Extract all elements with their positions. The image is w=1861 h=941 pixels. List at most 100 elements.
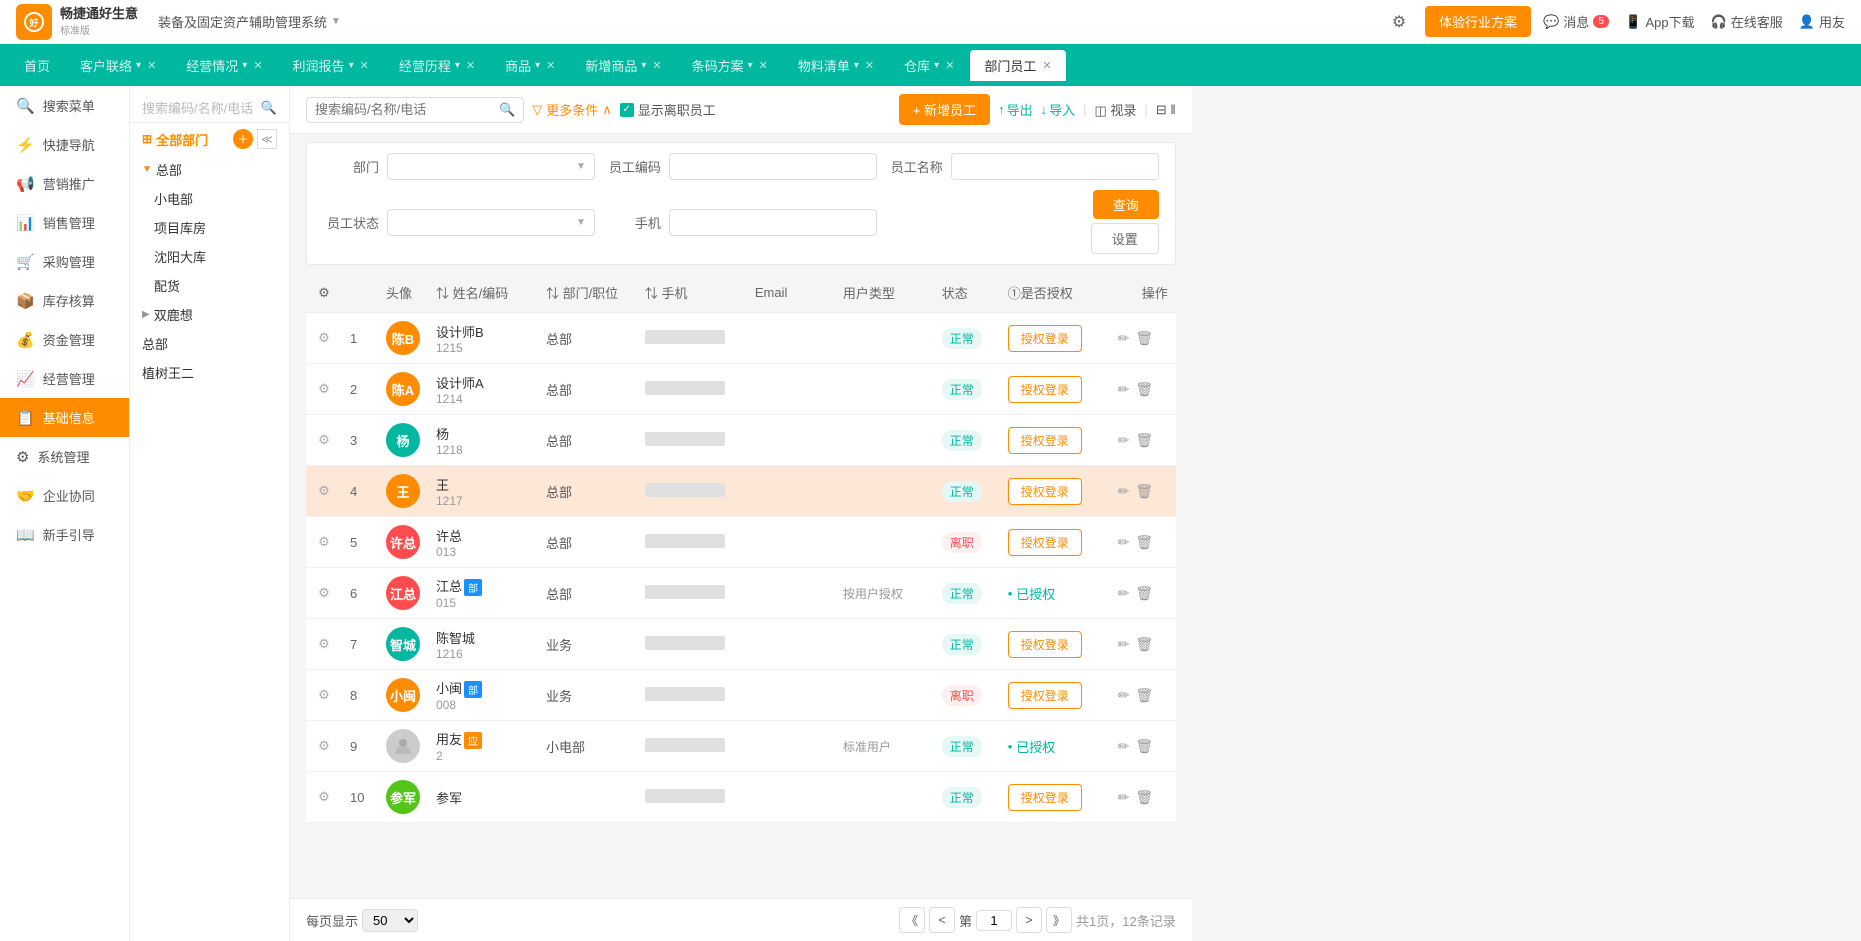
dept-collapse-icon[interactable]: ≪ (257, 129, 277, 149)
authorize-button[interactable]: 授权登录 (1008, 427, 1082, 454)
dept-node-xiaodian[interactable]: 小电部 (130, 184, 289, 213)
delete-button[interactable]: 🗑 (1135, 381, 1153, 398)
filter-emp-status-input[interactable]: ▼ (387, 209, 595, 236)
sidebar-item-inventory[interactable]: 📦 库存核算 (0, 281, 129, 320)
tab-goods[interactable]: 商品 ▾✕ (491, 50, 569, 81)
tab-bom[interactable]: 物料清单 ▾✕ (784, 50, 888, 81)
authorize-button[interactable]: 授权登录 (1008, 376, 1082, 403)
trial-button[interactable]: 体验行业方案 (1425, 6, 1531, 37)
dept-search-icon[interactable]: 🔍 (261, 100, 277, 116)
message-btn[interactable]: 💬 消息 5 (1543, 12, 1609, 31)
dept-node-zongbu[interactable]: ▼ 总部 (130, 155, 289, 184)
row-settings-icon[interactable]: ⚙ (318, 381, 330, 396)
more-filter-btn[interactable]: ▽ 更多条件 ∧ (532, 100, 612, 119)
edit-button[interactable]: ✏ (1118, 432, 1130, 449)
edit-button[interactable]: ✏ (1118, 687, 1130, 704)
user-menu-btn[interactable]: 👤 用友 (1799, 12, 1845, 31)
export-button[interactable]: ↑ 导出 (998, 100, 1033, 119)
authorize-button[interactable]: 授权登录 (1008, 682, 1082, 709)
row-settings-icon[interactable]: ⚙ (318, 534, 330, 549)
delete-button[interactable]: 🗑 (1135, 789, 1153, 806)
show-resigned-toggle[interactable]: ✓ 显示离职员工 (620, 100, 716, 119)
row-settings-icon[interactable]: ⚙ (318, 738, 330, 753)
row-settings-icon[interactable]: ⚙ (318, 585, 330, 600)
authorize-button[interactable]: 授权登录 (1008, 529, 1082, 556)
dept-node-peihuo[interactable]: 配货 (130, 271, 289, 300)
sidebar-item-operation[interactable]: 📈 经营管理 (0, 359, 129, 398)
import-button[interactable]: ↓ 导入 (1041, 100, 1076, 119)
dept-search-input[interactable] (142, 101, 257, 116)
dept-node-zongbu2[interactable]: 总部 (130, 329, 289, 358)
edit-button[interactable]: ✏ (1118, 789, 1130, 806)
filter-emp-code-input[interactable] (669, 153, 877, 180)
sidebar-item-marketing[interactable]: 📢 营销推广 (0, 164, 129, 203)
authorize-button[interactable]: 授权登录 (1008, 631, 1082, 658)
sidebar-item-search[interactable]: 🔍 搜索菜单 (0, 86, 129, 125)
emp-name-field[interactable] (960, 159, 1150, 174)
tab-profit[interactable]: 利润报告 ▾✕ (279, 50, 383, 81)
delete-button[interactable]: 🗑 (1135, 687, 1153, 704)
delete-button[interactable]: 🗑 (1135, 636, 1153, 653)
tab-home[interactable]: 首页 (10, 50, 64, 81)
tab-customer[interactable]: 客户联络 ▾✕ (66, 50, 170, 81)
prev-page-btn[interactable]: < (929, 907, 955, 933)
tab-barcode[interactable]: 条码方案 ▾✕ (678, 50, 782, 81)
delete-button[interactable]: 🗑 (1135, 534, 1153, 551)
emp-status-field[interactable] (396, 215, 572, 230)
delete-button[interactable]: 🗑 (1135, 330, 1153, 347)
per-page-select[interactable]: 50 20 100 (362, 909, 418, 932)
dept-input-field[interactable] (396, 159, 572, 174)
edit-button[interactable]: ✏ (1118, 483, 1130, 500)
edit-button[interactable]: ✏ (1118, 636, 1130, 653)
filter-dept-input[interactable]: ▼ (387, 153, 595, 180)
delete-button[interactable]: 🗑 (1135, 585, 1153, 602)
tab-history[interactable]: 经营历程 ▾✕ (385, 50, 489, 81)
delete-button[interactable]: 🗑 (1135, 432, 1153, 449)
dept-add-icon[interactable]: ＋ (233, 129, 253, 149)
page-input[interactable] (976, 910, 1012, 931)
last-page-btn[interactable]: 》 (1046, 907, 1072, 933)
settings-icon[interactable]: ⚙ (1385, 8, 1413, 36)
column-settings-button[interactable]: ⊟ ‖ (1156, 102, 1176, 118)
query-button[interactable]: 查询 (1093, 190, 1159, 219)
add-employee-button[interactable]: + 新增员工 (899, 94, 990, 125)
col-settings[interactable]: ⚙ (306, 273, 342, 313)
tab-new-goods[interactable]: 新增商品 ▾✕ (571, 50, 675, 81)
row-settings-icon[interactable]: ⚙ (318, 330, 330, 345)
system-selector[interactable]: 装备及固定资产辅助管理系统 ▼ (158, 12, 1373, 31)
dept-node-shenyang[interactable]: 沈阳大库 (130, 242, 289, 271)
sidebar-item-system[interactable]: ⚙ 系统管理 (0, 437, 129, 476)
row-settings-icon[interactable]: ⚙ (318, 483, 330, 498)
authorize-button[interactable]: 授权登录 (1008, 478, 1082, 505)
set-button[interactable]: 设置 (1091, 223, 1159, 254)
view-button[interactable]: ◫ 视录 (1094, 100, 1136, 119)
sidebar-item-basic[interactable]: 📋 基础信息 (0, 398, 129, 437)
authorize-button[interactable]: 授权登录 (1008, 325, 1082, 352)
edit-button[interactable]: ✏ (1118, 585, 1130, 602)
online-service-btn[interactable]: 🎧 在线客服 (1711, 12, 1783, 31)
dept-node-shuangluxiang[interactable]: ▶ 双鹿想 (130, 300, 289, 329)
edit-button[interactable]: ✏ (1118, 330, 1130, 347)
filter-phone-input[interactable] (669, 209, 877, 236)
sidebar-item-collab[interactable]: 🤝 企业协同 (0, 476, 129, 515)
tab-warehouse[interactable]: 仓库 ▾✕ (890, 50, 968, 81)
col-name[interactable]: ⇅ 姓名/编码 (428, 273, 538, 313)
delete-button[interactable]: 🗑 (1135, 738, 1153, 755)
col-dept[interactable]: ⇅ 部门/职位 (538, 273, 637, 313)
tab-operation[interactable]: 经营情况 ▾✕ (172, 50, 276, 81)
edit-button[interactable]: ✏ (1118, 534, 1130, 551)
search-icon[interactable]: 🔍 (499, 102, 515, 118)
sidebar-item-sales[interactable]: 📊 销售管理 (0, 203, 129, 242)
search-input[interactable] (315, 102, 495, 117)
row-settings-icon[interactable]: ⚙ (318, 687, 330, 702)
next-page-btn[interactable]: > (1016, 907, 1042, 933)
filter-emp-name-input[interactable] (951, 153, 1159, 180)
dept-node-zhizhuwang[interactable]: 植树王二 (130, 358, 289, 387)
authorize-button[interactable]: 授权登录 (1008, 784, 1082, 811)
sidebar-item-finance[interactable]: 💰 资金管理 (0, 320, 129, 359)
dept-node-xiangmu[interactable]: 项目库房 (130, 213, 289, 242)
edit-button[interactable]: ✏ (1118, 738, 1130, 755)
row-settings-icon[interactable]: ⚙ (318, 432, 330, 447)
emp-code-field[interactable] (678, 159, 868, 174)
first-page-btn[interactable]: 《 (899, 907, 925, 933)
